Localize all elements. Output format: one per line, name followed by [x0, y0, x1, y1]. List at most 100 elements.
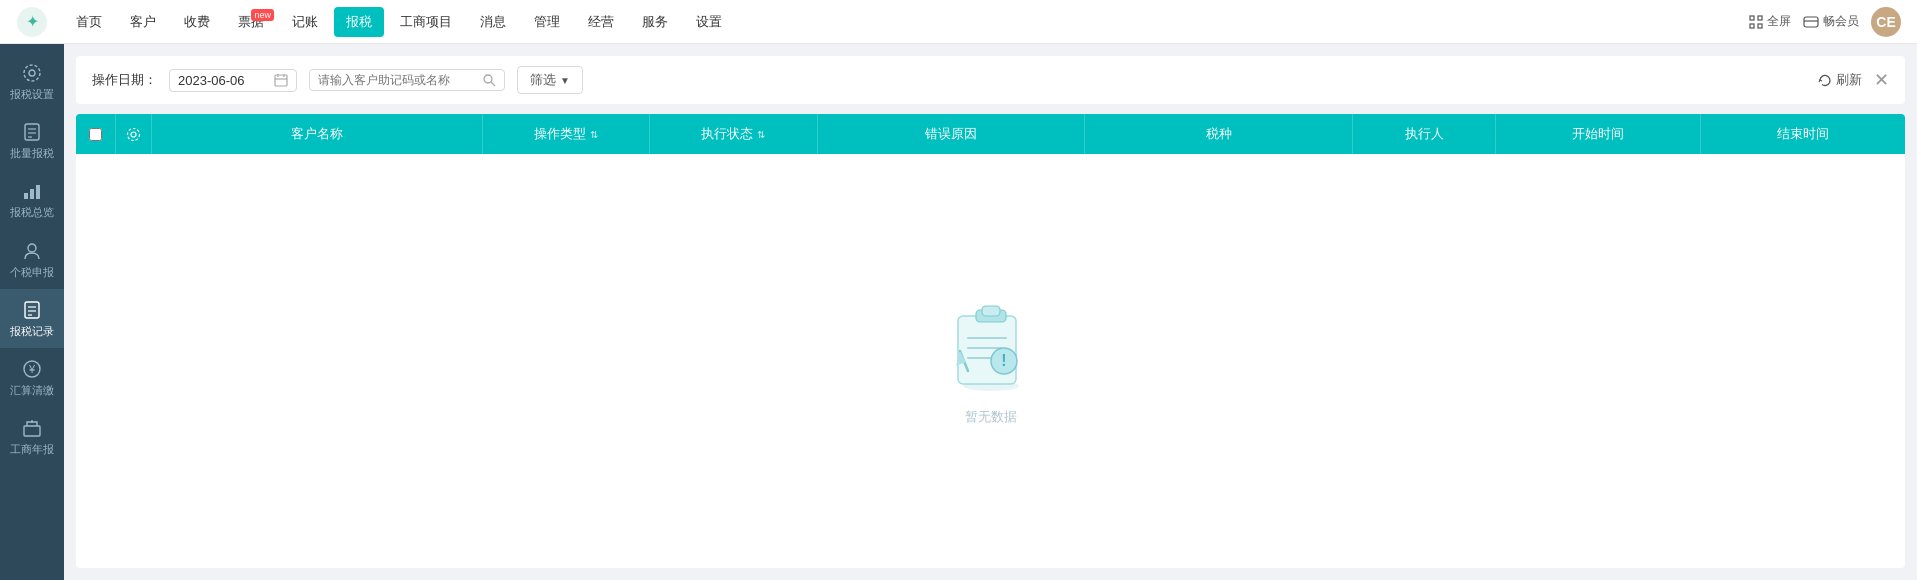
svg-rect-2 [1750, 16, 1754, 20]
svg-rect-26 [275, 75, 287, 86]
member-label: 畅会员 [1823, 13, 1859, 30]
svg-rect-5 [1758, 24, 1762, 28]
sort-icon-op-type: ⇅ [590, 129, 598, 140]
sidebar-label-tax-settings: 报税设置 [10, 88, 54, 101]
th-executor: 执行人 [1353, 114, 1495, 154]
sidebar-label-batch-tax: 批量报税 [10, 147, 54, 160]
sidebar-icon-tax-records [21, 299, 43, 321]
calendar-icon [274, 73, 288, 87]
th-tax-type: 税种 [1085, 114, 1353, 154]
th-error-reason: 错误原因 [818, 114, 1086, 154]
nav-item-finance[interactable]: 经营 [576, 7, 626, 37]
date-label: 操作日期： [92, 71, 157, 89]
svg-point-32 [131, 132, 136, 137]
date-input[interactable] [178, 73, 268, 88]
sidebar-item-tax-records[interactable]: 报税记录 [0, 289, 64, 348]
sidebar-icon-tax-overview [21, 180, 43, 202]
sidebar-item-batch-tax[interactable]: 批量报税 [0, 111, 64, 170]
svg-rect-14 [24, 193, 28, 199]
svg-point-9 [24, 65, 40, 81]
sidebar-icon-annual-report [21, 417, 43, 439]
empty-illustration: ! [946, 296, 1036, 396]
sidebar-label-settlement: 汇算清缴 [10, 384, 54, 397]
svg-text:!: ! [1001, 352, 1006, 369]
date-picker[interactable] [169, 69, 297, 92]
sidebar-item-personal-tax[interactable]: 个税申报 [0, 230, 64, 289]
fullscreen-label: 全屏 [1767, 13, 1791, 30]
th-end-time: 结束时间 [1701, 114, 1905, 154]
svg-rect-4 [1750, 24, 1754, 28]
nav-item-account[interactable]: 记账 [280, 7, 330, 37]
sidebar-item-tax-overview[interactable]: 报税总览 [0, 170, 64, 229]
nav-items: 首页客户收费票据new记账报税工商项目消息管理经营服务设置 [64, 7, 1749, 37]
svg-rect-6 [1804, 17, 1818, 27]
svg-line-31 [491, 82, 495, 86]
sidebar: 报税设置批量报税报税总览个税申报报税记录 ¥ 汇算清缴工商年报 [0, 44, 64, 580]
nav-item-settings[interactable]: 设置 [684, 7, 734, 37]
nav-item-tax[interactable]: 报税 [334, 7, 384, 37]
th-op-type[interactable]: 操作类型 ⇅ [483, 114, 651, 154]
filter-button[interactable]: 筛选 ▼ [517, 66, 583, 94]
svg-rect-24 [24, 426, 40, 436]
sidebar-item-annual-report[interactable]: 工商年报 [0, 407, 64, 466]
sidebar-label-tax-overview: 报税总览 [10, 206, 54, 219]
table-header: 客户名称 操作类型 ⇅ 执行状态 ⇅ 错误原因 税种 执行人 [76, 114, 1905, 154]
search-wrap[interactable] [309, 69, 505, 91]
sidebar-label-annual-report: 工商年报 [10, 443, 54, 456]
search-icon [482, 73, 496, 87]
select-all-checkbox[interactable] [89, 128, 102, 141]
refresh-button[interactable]: 刷新 [1818, 71, 1862, 89]
sidebar-icon-settlement: ¥ [21, 358, 43, 380]
svg-rect-3 [1758, 16, 1762, 20]
close-button[interactable]: ✕ [1874, 71, 1889, 89]
fullscreen-icon [1749, 15, 1763, 29]
app-logo[interactable]: ✦ [16, 6, 48, 38]
sidebar-icon-tax-settings [21, 62, 43, 84]
top-nav: ✦ 首页客户收费票据new记账报税工商项目消息管理经营服务设置 全屏 畅会员 C… [0, 0, 1917, 44]
settings-icon [126, 127, 141, 142]
table-body: ! 暂无数据 [76, 154, 1905, 568]
svg-rect-18 [25, 302, 39, 318]
svg-rect-10 [25, 124, 39, 140]
content-area: 操作日期： 筛选 ▼ [64, 44, 1917, 580]
table-wrap: 客户名称 操作类型 ⇅ 执行状态 ⇅ 错误原因 税种 执行人 [76, 114, 1905, 568]
toolbar-right: 刷新 ✕ [1818, 71, 1889, 89]
top-nav-right: 全屏 畅会员 CE [1749, 7, 1901, 37]
th-checkbox[interactable] [76, 114, 116, 154]
sort-icon-exec-status: ⇅ [757, 129, 765, 140]
nav-item-home[interactable]: 首页 [64, 7, 114, 37]
filter-label: 筛选 [530, 71, 556, 89]
chevron-down-icon: ▼ [560, 75, 570, 86]
user-avatar[interactable]: CE [1871, 7, 1901, 37]
svg-rect-16 [36, 185, 40, 199]
empty-text: 暂无数据 [965, 408, 1017, 426]
th-exec-status[interactable]: 执行状态 ⇅ [650, 114, 818, 154]
member-icon [1803, 15, 1819, 29]
member-btn[interactable]: 畅会员 [1803, 13, 1859, 30]
th-start-time: 开始时间 [1496, 114, 1701, 154]
sidebar-label-personal-tax: 个税申报 [10, 266, 54, 279]
fullscreen-btn[interactable]: 全屏 [1749, 13, 1791, 30]
nav-item-invoice[interactable]: 票据new [226, 7, 276, 37]
svg-rect-37 [982, 306, 1000, 316]
nav-item-service[interactable]: 服务 [630, 7, 680, 37]
th-gear[interactable] [116, 114, 152, 154]
main-layout: 报税设置批量报税报税总览个税申报报税记录 ¥ 汇算清缴工商年报 操作日期： [0, 44, 1917, 580]
nav-item-message[interactable]: 消息 [468, 7, 518, 37]
svg-point-33 [128, 128, 140, 140]
nav-item-manage[interactable]: 管理 [522, 7, 572, 37]
search-input[interactable] [318, 73, 478, 87]
svg-text:¥: ¥ [28, 363, 36, 375]
th-client-name: 客户名称 [152, 114, 483, 154]
svg-point-8 [29, 70, 35, 76]
nav-item-customer[interactable]: 客户 [118, 7, 168, 37]
sidebar-item-tax-settings[interactable]: 报税设置 [0, 52, 64, 111]
sidebar-item-settlement[interactable]: ¥ 汇算清缴 [0, 348, 64, 407]
nav-item-business[interactable]: 工商项目 [388, 7, 464, 37]
refresh-icon [1818, 73, 1832, 87]
nav-item-billing[interactable]: 收费 [172, 7, 222, 37]
sidebar-label-tax-records: 报税记录 [10, 325, 54, 338]
svg-point-17 [28, 244, 36, 252]
svg-point-30 [484, 75, 492, 83]
sidebar-icon-batch-tax [21, 121, 43, 143]
